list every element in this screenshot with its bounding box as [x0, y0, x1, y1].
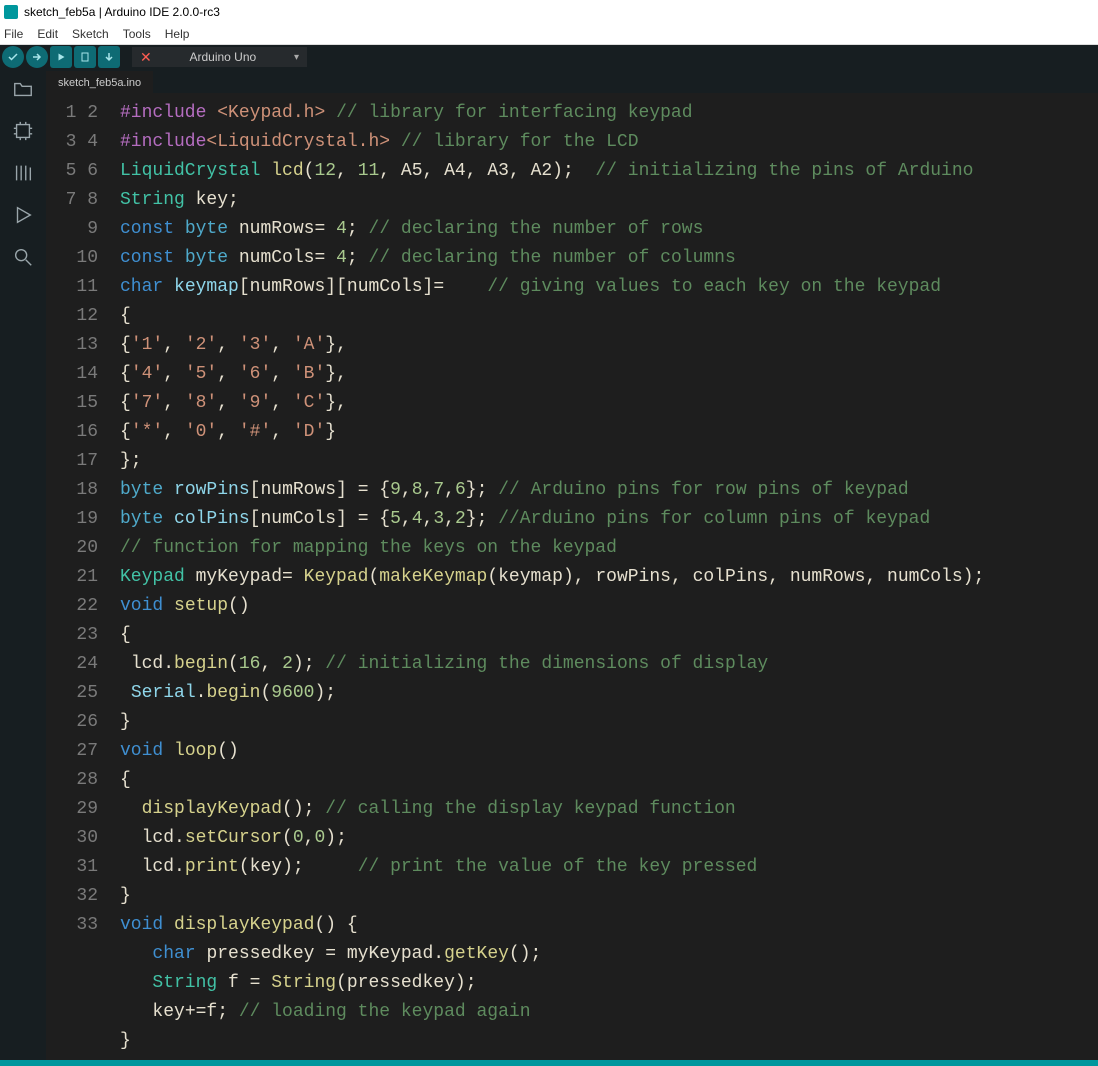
menu-bar: File Edit Sketch Tools Help — [0, 24, 1098, 45]
library-icon[interactable] — [11, 161, 35, 185]
code-area[interactable]: #include <Keypad.h> // library for inter… — [114, 93, 1098, 1060]
debug-button[interactable] — [50, 46, 72, 68]
toolbar: ✕ Arduino Uno ▾ — [0, 45, 1098, 69]
board-status-icon: ✕ — [140, 50, 152, 64]
tab-sketch[interactable]: sketch_feb5a.ino — [46, 71, 153, 93]
debug-panel-icon[interactable] — [11, 203, 35, 227]
upload-button[interactable] — [26, 46, 48, 68]
file-icon — [79, 51, 91, 63]
activity-bar — [0, 69, 46, 1060]
code-editor[interactable]: 1 2 3 4 5 6 7 8 9 10 11 12 13 14 15 16 1… — [46, 93, 1098, 1060]
board-name: Arduino Uno — [189, 50, 256, 64]
save-button[interactable] — [98, 46, 120, 68]
check-icon — [7, 51, 19, 63]
menu-sketch[interactable]: Sketch — [72, 27, 109, 41]
menu-edit[interactable]: Edit — [37, 27, 58, 41]
title-bar: sketch_feb5a | Arduino IDE 2.0.0-rc3 — [0, 0, 1098, 24]
arrow-right-icon — [31, 51, 43, 63]
new-button[interactable] — [74, 46, 96, 68]
menu-help[interactable]: Help — [165, 27, 190, 41]
play-bug-icon — [55, 51, 67, 63]
menu-file[interactable]: File — [4, 27, 23, 41]
menu-tools[interactable]: Tools — [123, 27, 151, 41]
folder-icon[interactable] — [11, 77, 35, 101]
line-number-gutter: 1 2 3 4 5 6 7 8 9 10 11 12 13 14 15 16 1… — [46, 93, 114, 1060]
window-title: sketch_feb5a | Arduino IDE 2.0.0-rc3 — [24, 5, 220, 19]
down-arrow-icon — [103, 51, 115, 63]
chevron-down-icon: ▾ — [294, 52, 299, 63]
status-bar — [0, 1060, 1098, 1066]
board-selector[interactable]: ✕ Arduino Uno ▾ — [132, 47, 307, 67]
verify-button[interactable] — [2, 46, 24, 68]
board-manager-icon[interactable] — [11, 119, 35, 143]
search-icon[interactable] — [11, 245, 35, 269]
tab-bar: sketch_feb5a.ino — [46, 69, 1098, 93]
app-icon — [4, 5, 18, 19]
tab-filename: sketch_feb5a.ino — [58, 77, 141, 89]
